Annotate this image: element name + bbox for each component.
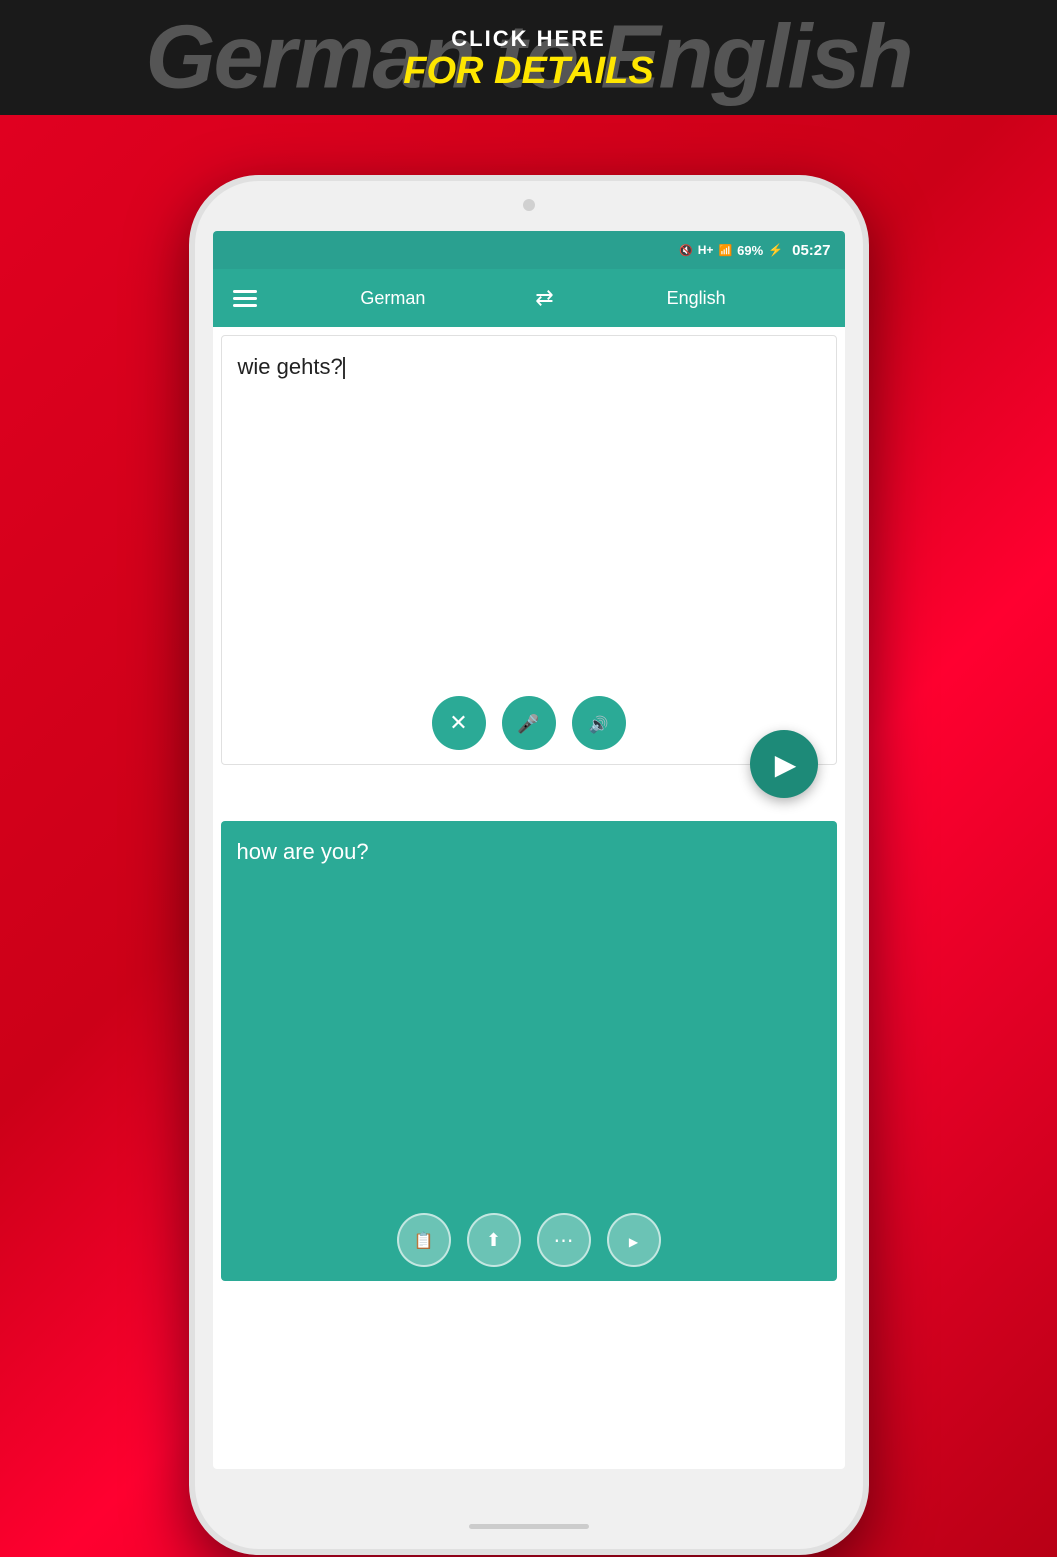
share-translation-button[interactable]: ⬆: [467, 1213, 521, 1267]
output-action-bar: ⬆: [397, 1213, 661, 1267]
swap-languages-button[interactable]: ⇄: [525, 285, 563, 311]
main-area: 🔇 H+ 📶 69% ⚡ 05:27 German ⇄ English: [0, 115, 1057, 1557]
status-bar: 🔇 H+ 📶 69% ⚡ 05:27: [213, 231, 845, 269]
front-camera: [523, 199, 535, 211]
banner-overlay: CLICK HERE For Details: [403, 26, 654, 90]
source-text: wie gehts?: [238, 354, 343, 379]
menu-line-2: [233, 297, 257, 300]
network-icon: H+: [698, 243, 714, 257]
translated-text: how are you?: [237, 837, 821, 868]
banner-for-details: For Details: [403, 52, 654, 90]
language-from-selector[interactable]: German: [261, 288, 526, 309]
menu-line-3: [233, 304, 257, 307]
speaker-icon: [589, 710, 609, 736]
source-text-display[interactable]: wie gehts?: [222, 336, 836, 696]
battery-indicator: 69%: [737, 243, 763, 258]
clear-button[interactable]: [432, 696, 486, 750]
copy-icon: [414, 1229, 434, 1252]
status-icons: 🔇 H+ 📶 69% ⚡ 05:27: [679, 242, 830, 259]
send-icon: [771, 748, 797, 781]
charging-icon: ⚡: [768, 243, 783, 257]
volume-up-button[interactable]: [189, 381, 193, 441]
next-icon: [629, 1229, 638, 1252]
clear-icon: [449, 710, 467, 736]
output-panel: how are you? ⬆: [221, 821, 837, 1281]
send-translate-button[interactable]: [750, 730, 818, 798]
speaker-button[interactable]: [572, 696, 626, 750]
signal-icon: 📶: [718, 244, 732, 257]
time-display: 05:27: [792, 242, 830, 259]
home-bar: [469, 1524, 589, 1529]
more-icon: [554, 1228, 574, 1253]
silent-icon: 🔇: [679, 244, 693, 257]
phone-screen: 🔇 H+ 📶 69% ⚡ 05:27 German ⇄ English: [213, 231, 845, 1469]
more-options-button[interactable]: [537, 1213, 591, 1267]
copy-translation-button[interactable]: [397, 1213, 451, 1267]
volume-down-button[interactable]: [189, 461, 193, 521]
menu-line-1: [233, 290, 257, 293]
input-action-bar: [432, 696, 626, 750]
menu-button[interactable]: [229, 286, 261, 311]
mic-button[interactable]: [502, 696, 556, 750]
phone-frame: 🔇 H+ 📶 69% ⚡ 05:27 German ⇄ English: [189, 175, 869, 1555]
microphone-icon: [517, 710, 539, 736]
language-to-selector[interactable]: English: [564, 288, 829, 309]
next-button[interactable]: [607, 1213, 661, 1267]
app-toolbar: German ⇄ English: [213, 269, 845, 327]
share-icon: ⬆: [486, 1230, 501, 1251]
input-panel: wie gehts?: [221, 335, 837, 765]
banner-click-here: CLICK HERE: [403, 26, 654, 52]
text-cursor: [343, 357, 345, 379]
power-button[interactable]: [865, 421, 869, 501]
banner[interactable]: German to English CLICK HERE For Details: [0, 0, 1057, 115]
